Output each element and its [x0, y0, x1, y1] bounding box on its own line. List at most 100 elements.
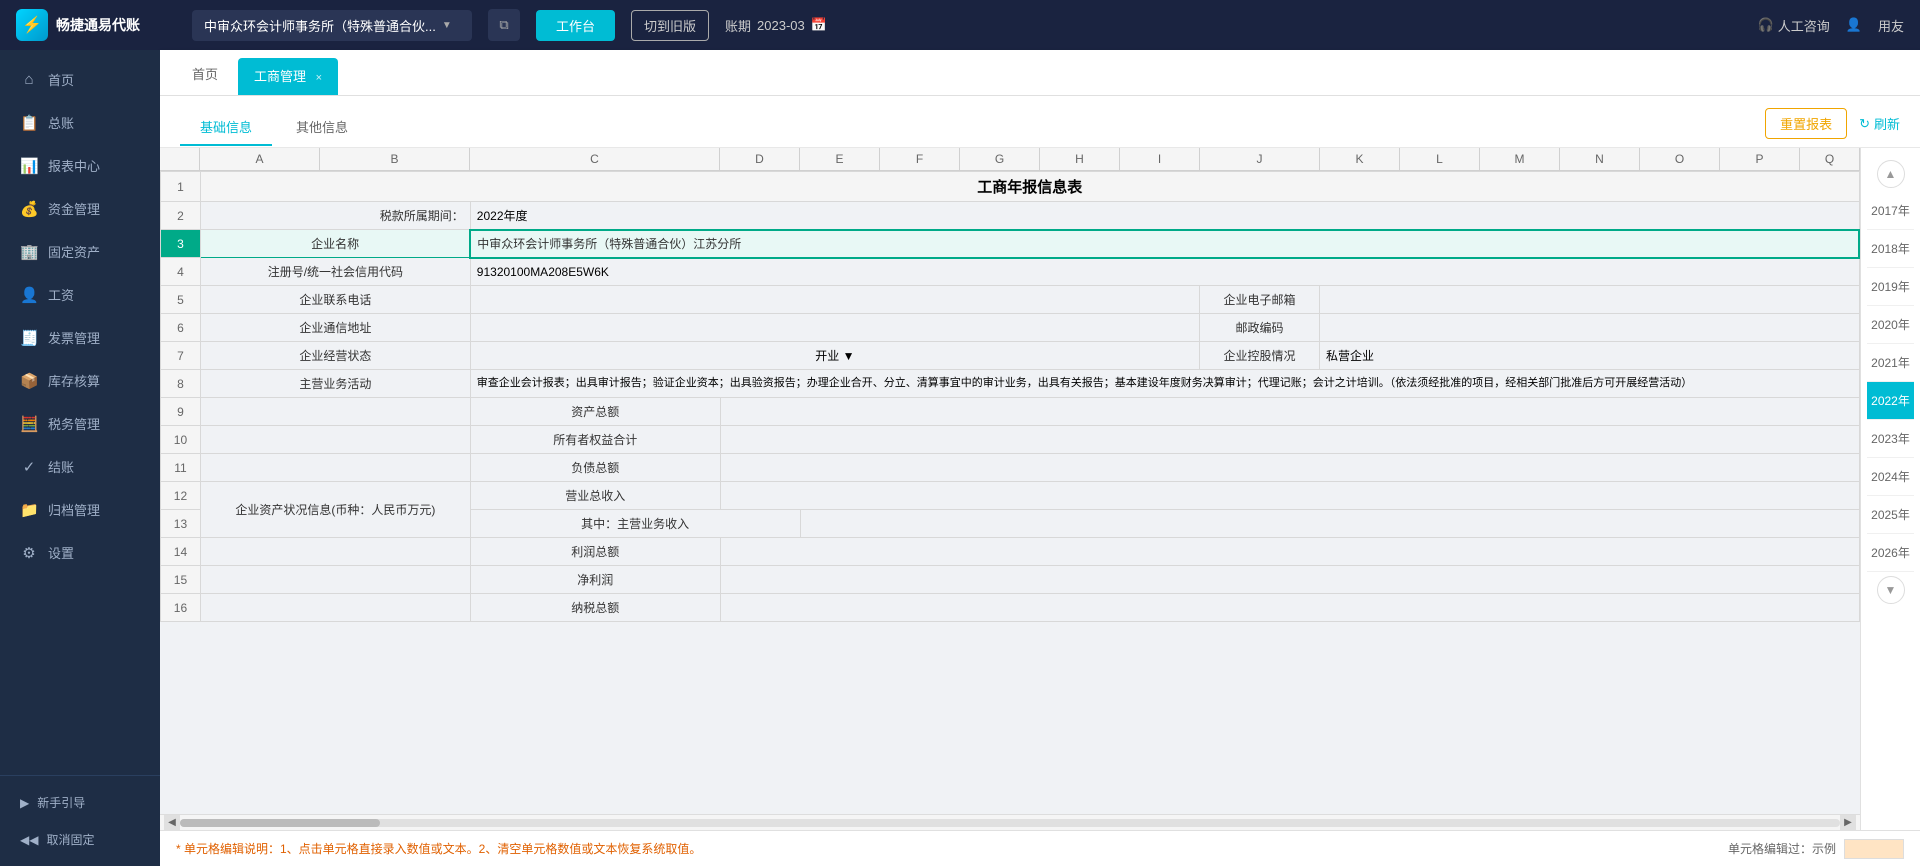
status-label: 企业经营状态 — [200, 342, 470, 370]
sub-tab-basic[interactable]: 基础信息 — [180, 109, 272, 146]
row-number: 12 — [161, 482, 201, 510]
period-value-cell[interactable]: 2022年度 — [470, 202, 1859, 230]
year-item-2022[interactable]: 2022年 — [1867, 382, 1914, 420]
h-scroll-right-arrow[interactable]: ▶ — [1840, 815, 1856, 831]
sidebar-item-home[interactable]: ⌂首页 — [0, 58, 160, 101]
col-header-J: J — [1200, 148, 1320, 170]
refresh-icon: ↻ — [1859, 116, 1870, 132]
status-value[interactable]: 开业 ▼ — [470, 342, 1199, 370]
year-item-2023[interactable]: 2023年 — [1867, 420, 1914, 458]
logo-area: ⚡ 畅捷通易代账 — [16, 9, 176, 41]
year-nav-down[interactable]: ▼ — [1877, 576, 1905, 604]
revenue-total-value[interactable] — [720, 482, 1859, 510]
workbench-button[interactable]: 工作台 — [536, 10, 615, 41]
h-scroll-left-arrow[interactable]: ◀ — [164, 815, 180, 831]
reg-code-value[interactable]: 91320100MA208E5W6K — [470, 258, 1859, 286]
col-header-O: O — [1640, 148, 1720, 170]
sidebar-item-asset[interactable]: 🏢固定资产 — [0, 230, 160, 273]
table-row: 10 所有者权益合计 — [161, 426, 1860, 454]
address-value[interactable] — [470, 314, 1199, 342]
revenue-total-label: 营业总收入 — [470, 482, 720, 510]
tab-close-icon[interactable]: × — [316, 72, 322, 84]
horizontal-scrollbar[interactable]: ◀ ▶ — [160, 814, 1860, 830]
table-row: 14 利润总额 — [161, 538, 1860, 566]
row-number: 4 — [161, 258, 201, 286]
year-item-2021[interactable]: 2021年 — [1867, 344, 1914, 382]
status-right: 单元格编辑过：示例 — [1728, 839, 1904, 859]
year-item-2024[interactable]: 2024年 — [1867, 458, 1914, 496]
sidebar-item-fund[interactable]: 💰资金管理 — [0, 187, 160, 230]
col-header-B: B — [320, 148, 470, 170]
postal-value[interactable] — [1319, 314, 1859, 342]
net-profit-value[interactable] — [720, 566, 1859, 594]
profit-value[interactable] — [720, 538, 1859, 566]
table-row: 15 净利润 — [161, 566, 1860, 594]
sheet-table: 1 工商年报信息表 2 税款所属期间： 2022年度 — [160, 171, 1860, 622]
sidebar-item-invoice[interactable]: 🧾发票管理 — [0, 316, 160, 359]
year-item-2017[interactable]: 2017年 — [1867, 192, 1914, 230]
assets-value[interactable] — [720, 398, 1859, 426]
headset-icon: 🎧 — [1758, 17, 1774, 33]
ledger-icon: 📋 — [20, 114, 38, 132]
sidebar-item-checkout[interactable]: ✓结账 — [0, 445, 160, 488]
business-value[interactable]: 审查企业会计报表；出具审计报告；验证企业资本；出具验资报告；办理企业合开、分立、… — [470, 370, 1859, 398]
sidebar-item-salary[interactable]: 👤工资 — [0, 273, 160, 316]
year-nav-up[interactable]: ▲ — [1877, 160, 1905, 188]
old-version-button[interactable]: 切到旧版 — [631, 10, 709, 41]
table-row: 7 企业经营状态 开业 ▼ 企业控股情况 私营企业 — [161, 342, 1860, 370]
sidebar-item-report[interactable]: 📊报表中心 — [0, 144, 160, 187]
company-name-value[interactable]: 中审众环会计师事务所（特殊普通合伙）江苏分所 — [470, 230, 1859, 258]
top-header: ⚡ 畅捷通易代账 中审众环会计师事务所（特殊普通合伙... ▼ ⧉ 工作台 切到… — [0, 0, 1920, 50]
sheet-container: A B C D E F G H I J K L M N O — [160, 148, 1920, 830]
support-button[interactable]: 🎧 人工咨询 — [1758, 16, 1830, 35]
company-selector[interactable]: 中审众环会计师事务所（特殊普通合伙... ▼ — [192, 10, 472, 41]
sub-tab-other[interactable]: 其他信息 — [276, 109, 368, 146]
tax-total-value[interactable] — [720, 594, 1859, 622]
holding-value[interactable]: 私营企业 — [1319, 342, 1859, 370]
tab-bar: 首页 工商管理 × — [160, 50, 1920, 96]
sidebar-item-guide[interactable]: ▶ 新手引导 — [0, 784, 160, 821]
sidebar-item-settings[interactable]: ⚙设置 — [0, 531, 160, 574]
year-item-2018[interactable]: 2018年 — [1867, 230, 1914, 268]
sidebar-item-inventory[interactable]: 📦库存核算 — [0, 359, 160, 402]
sidebar-label-settings: 设置 — [48, 543, 74, 562]
debt-value[interactable] — [720, 454, 1859, 482]
tab-active[interactable]: 工商管理 × — [238, 58, 338, 95]
year-item-2019[interactable]: 2019年 — [1867, 268, 1914, 306]
table-row: 12 企业资产状况信息(币种：人民币万元) 营业总收入 — [161, 482, 1860, 510]
debt-label: 负债总额 — [470, 454, 720, 482]
equity-label: 所有者权益合计 — [470, 426, 720, 454]
sheet-body[interactable]: 1 工商年报信息表 2 税款所属期间： 2022年度 — [160, 171, 1860, 814]
year-item-2026[interactable]: 2026年 — [1867, 534, 1914, 572]
h-scroll-thumb[interactable] — [180, 819, 380, 827]
year-item-2025[interactable]: 2025年 — [1867, 496, 1914, 534]
logo-icon: ⚡ — [16, 9, 48, 41]
col-header-L: L — [1400, 148, 1480, 170]
sidebar-item-ledger[interactable]: 📋总账 — [0, 101, 160, 144]
main-revenue-value[interactable] — [800, 510, 1859, 538]
calendar-icon[interactable]: 📅 — [811, 17, 827, 33]
status-right-label: 单元格编辑过：示例 — [1728, 840, 1836, 857]
sidebar-item-unpin[interactable]: ◀◀ 取消固定 — [0, 821, 160, 858]
year-item-2020[interactable]: 2020年 — [1867, 306, 1914, 344]
phone-value[interactable] — [470, 286, 1199, 314]
row-number: 11 — [161, 454, 201, 482]
sheet-title[interactable]: 工商年报信息表 — [200, 172, 1859, 202]
refresh-button[interactable]: ↻ 刷新 — [1859, 114, 1900, 133]
sidebar-item-archive[interactable]: 📁归档管理 — [0, 488, 160, 531]
row-number: 14 — [161, 538, 201, 566]
tax-icon: 🧮 — [20, 415, 38, 433]
checkout-icon: ✓ — [20, 458, 38, 476]
tax-total-label: 纳税总额 — [470, 594, 720, 622]
tab-home[interactable]: 首页 — [176, 54, 234, 95]
reset-button[interactable]: 重置报表 — [1765, 108, 1847, 139]
row-num-col — [160, 148, 200, 170]
reg-code-label: 注册号/统一社会信用代码 — [200, 258, 470, 286]
equity-value[interactable] — [720, 426, 1859, 454]
email-value[interactable] — [1319, 286, 1859, 314]
copy-button[interactable]: ⧉ — [488, 9, 520, 41]
report-icon: 📊 — [20, 157, 38, 175]
row-number: 16 — [161, 594, 201, 622]
sidebar-item-tax[interactable]: 🧮税务管理 — [0, 402, 160, 445]
sidebar-label-asset: 固定资产 — [48, 242, 100, 261]
